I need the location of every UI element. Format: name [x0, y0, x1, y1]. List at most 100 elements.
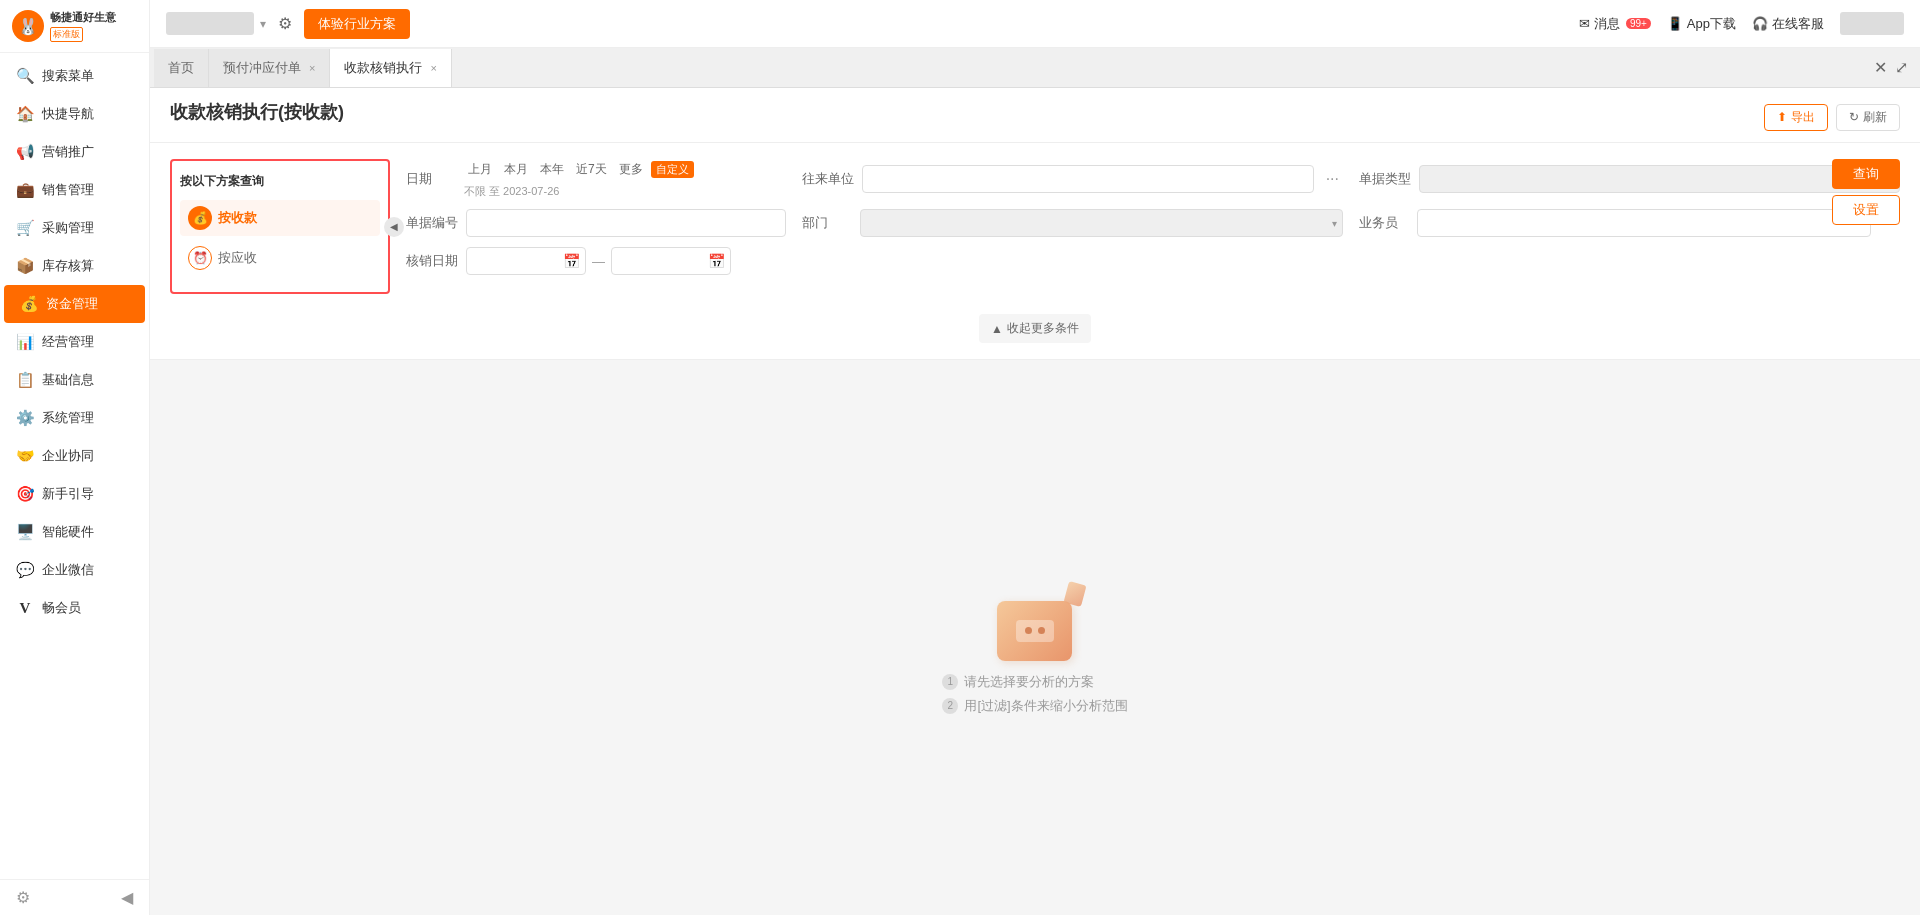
refresh-button[interactable]: ↻ 刷新: [1836, 104, 1900, 131]
counterparty-label: 往来单位: [802, 170, 854, 188]
date-more[interactable]: 更多: [615, 159, 647, 180]
date-to: 至 2023-07-26: [489, 185, 559, 197]
logo-text-area: 畅捷通好生意 标准版: [50, 10, 116, 42]
date-custom-badge[interactable]: 自定义: [651, 161, 694, 178]
main-area: ▾ ⚙ 体验行业方案 ✉ 消息 99+ 📱 App下载 🎧 在线客服 首: [150, 0, 1920, 915]
sidebar-item-guide[interactable]: 🎯 新手引导: [0, 475, 149, 513]
filter-option-by-receipt[interactable]: 💰 按收款: [180, 200, 380, 236]
sidebar-item-search[interactable]: 🔍 搜索菜单: [0, 57, 149, 95]
robot-eye-left: [1025, 627, 1032, 634]
message-badge: 99+: [1626, 18, 1651, 29]
date-sub-text: 不限 至 2023-07-26: [464, 184, 694, 199]
date-unlimited: 不限: [464, 185, 486, 197]
topbar-left: ▾ ⚙ 体验行业方案: [166, 9, 410, 39]
online-service-button[interactable]: 🎧 在线客服: [1752, 15, 1824, 33]
chevron-down-icon[interactable]: ▾: [260, 17, 266, 31]
sidebar-item-label: 营销推广: [42, 143, 94, 161]
filter-option-by-receivable[interactable]: ⏰ 按应收: [180, 240, 380, 276]
date-field: 日期 上月 本月 本年 近7天 更多 自定义 不限: [406, 159, 786, 199]
tab-payment-verify[interactable]: 收款核销执行 ×: [330, 49, 451, 87]
filter-fields: 日期 上月 本月 本年 近7天 更多 自定义 不限: [406, 159, 1900, 294]
tab-payment-close[interactable]: ×: [430, 62, 436, 74]
robot-body: [997, 601, 1072, 661]
filter-panel-title: 按以下方案查询: [180, 173, 380, 190]
content-area: 1 请先选择要分析的方案 2 用[过滤]条件来缩小分析范围: [150, 360, 1920, 915]
bill-no-field: 单据编号: [406, 209, 786, 237]
calendar-start-icon[interactable]: 📅: [563, 253, 580, 269]
date-last-month[interactable]: 上月: [464, 159, 496, 180]
filter-row-3: 核销日期 2023-03-01 📅 — 2023-07-21 📅: [406, 247, 1900, 275]
sidebar-item-system[interactable]: ⚙️ 系统管理: [0, 399, 149, 437]
online-service-label: 在线客服: [1772, 15, 1824, 33]
sidebar-item-member[interactable]: V 畅会员: [0, 589, 149, 627]
verify-date-range: 2023-03-01 📅 — 2023-07-21 📅: [466, 247, 731, 275]
receipt-icon: 💰: [188, 206, 212, 230]
sidebar-item-nav[interactable]: 🏠 快捷导航: [0, 95, 149, 133]
sidebar-item-label: 库存核算: [42, 257, 94, 275]
tab-prepay[interactable]: 预付冲应付单 ×: [209, 49, 330, 87]
collapse-conditions-button[interactable]: ▲ 收起更多条件: [979, 314, 1091, 343]
robot-face: [1016, 620, 1054, 642]
refresh-icon: ↻: [1849, 110, 1859, 124]
department-label: 部门: [802, 214, 852, 232]
sidebar-item-label: 智能硬件: [42, 523, 94, 541]
bill-type-select-wrapper: ▾: [1419, 165, 1900, 193]
collapse-sidebar-icon[interactable]: ◀: [121, 888, 133, 907]
topbar-gear-icon[interactable]: ⚙: [278, 14, 292, 33]
sidebar-item-finance[interactable]: 💰 资金管理: [4, 285, 145, 323]
export-button[interactable]: ⬆ 导出: [1764, 104, 1828, 131]
date-range-dash: —: [592, 254, 605, 269]
sidebar-item-marketing[interactable]: 📢 营销推广: [0, 133, 149, 171]
sidebar-item-basic-info[interactable]: 📋 基础信息: [0, 361, 149, 399]
sidebar-item-label: 系统管理: [42, 409, 94, 427]
app-download-label: App下载: [1687, 15, 1736, 33]
verify-date-label: 核销日期: [406, 252, 458, 270]
app-download-button[interactable]: 📱 App下载: [1667, 15, 1736, 33]
date-this-month[interactable]: 本月: [500, 159, 532, 180]
solution-button[interactable]: 体验行业方案: [304, 9, 410, 39]
bill-no-input[interactable]: [466, 209, 786, 237]
date-this-year[interactable]: 本年: [536, 159, 568, 180]
sidebar-item-hardware[interactable]: 🖥️ 智能硬件: [0, 513, 149, 551]
salesperson-input[interactable]: [1417, 209, 1871, 237]
header-actions: ⬆ 导出 ↻ 刷新: [1764, 104, 1900, 131]
message-icon: ✉: [1579, 16, 1590, 31]
bill-type-select[interactable]: [1419, 165, 1900, 193]
settings-icon[interactable]: ⚙: [16, 888, 30, 907]
guide-icon: 🎯: [16, 485, 34, 503]
counterparty-input[interactable]: [862, 165, 1314, 193]
department-select[interactable]: [860, 209, 1343, 237]
counterparty-field: 往来单位 ···: [802, 165, 1343, 193]
logo-title: 畅捷通好生意: [50, 10, 116, 25]
robot-arm: [1064, 581, 1087, 607]
empty-illustration: [975, 561, 1095, 661]
account-selector[interactable]: ▾: [166, 12, 266, 35]
message-button[interactable]: ✉ 消息 99+: [1579, 15, 1651, 33]
sidebar-item-sales[interactable]: 💼 销售管理: [0, 171, 149, 209]
user-avatar[interactable]: [1840, 12, 1904, 35]
setting-button[interactable]: 设置: [1832, 195, 1900, 225]
sidebar-item-label: 畅会员: [42, 599, 81, 617]
member-icon: V: [16, 600, 34, 617]
bill-type-label: 单据类型: [1359, 170, 1411, 188]
headset-icon: 🎧: [1752, 16, 1768, 31]
export-label: 导出: [1791, 109, 1815, 126]
tab-home[interactable]: 首页: [154, 49, 209, 87]
sidebar-item-inventory[interactable]: 📦 库存核算: [0, 247, 149, 285]
tab-prepay-close[interactable]: ×: [309, 62, 315, 74]
sidebar-item-operations[interactable]: 📊 经营管理: [0, 323, 149, 361]
counterparty-more-icon[interactable]: ···: [1322, 170, 1343, 188]
panel-collapse-arrow[interactable]: ◀: [384, 217, 404, 237]
sidebar-item-wechat[interactable]: 💬 企业微信: [0, 551, 149, 589]
query-button[interactable]: 查询: [1832, 159, 1900, 189]
sidebar: 🐰 畅捷通好生意 标准版 🔍 搜索菜单 🏠 快捷导航 📢 营销推广 💼 销售管理…: [0, 0, 150, 915]
date-7days[interactable]: 近7天: [572, 159, 611, 180]
filter-area: 按以下方案查询 💰 按收款 ⏰ 按应收 ◀ 日期: [150, 143, 1920, 360]
sidebar-item-collab[interactable]: 🤝 企业协同: [0, 437, 149, 475]
calendar-end-icon[interactable]: 📅: [708, 253, 725, 269]
maximize-button[interactable]: ⤢: [1895, 58, 1908, 77]
sidebar-item-purchase[interactable]: 🛒 采购管理: [0, 209, 149, 247]
bill-no-label: 单据编号: [406, 214, 458, 232]
close-all-tabs-button[interactable]: ✕: [1874, 58, 1887, 77]
sidebar-item-label: 企业协同: [42, 447, 94, 465]
